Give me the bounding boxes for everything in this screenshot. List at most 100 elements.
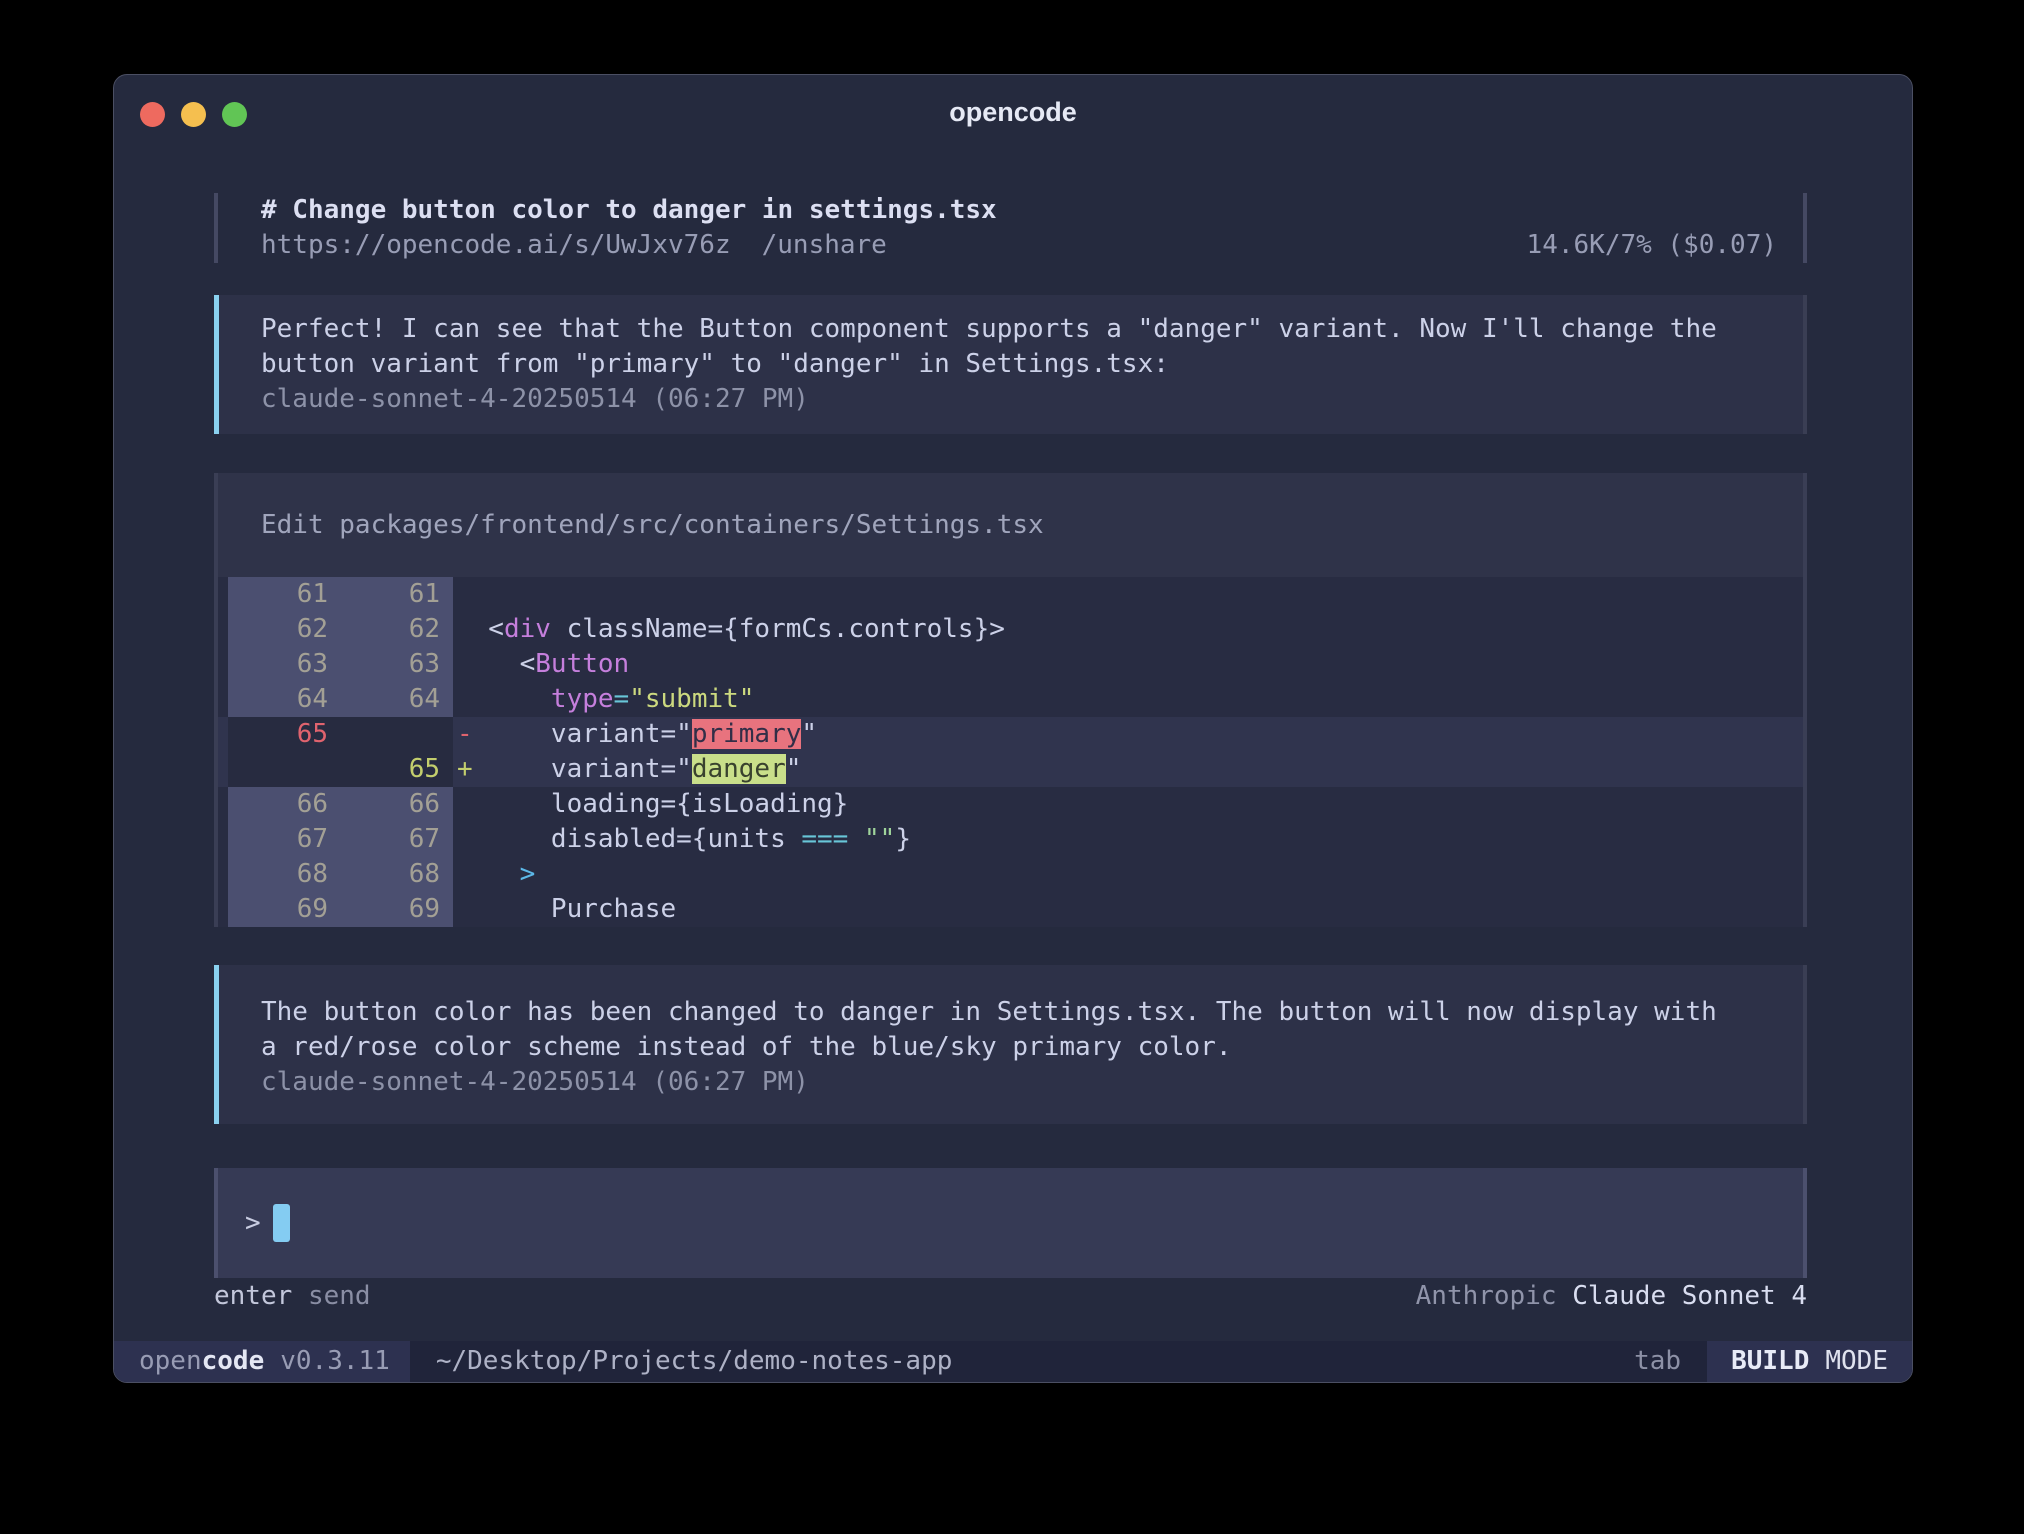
app-version-chip: opencodev0.3.11 — [114, 1341, 410, 1382]
old-line-number: 65 — [228, 717, 328, 752]
message-text-line: button variant from "primary" to "danger… — [261, 347, 1783, 382]
code-token: primary — [692, 719, 802, 749]
new-line-number: 65 — [328, 752, 440, 787]
code-token: = — [614, 684, 630, 714]
diff-code-line: Purchase — [453, 892, 676, 927]
tab-key-hint: tab — [1634, 1341, 1681, 1382]
code-token: } — [895, 824, 911, 854]
edit-tool-title: Edit packages/frontend/src/containers/Se… — [218, 473, 1803, 577]
message-text-line: The button color has been changed to dan… — [261, 995, 1783, 1030]
session-header: # Change button color to danger in setti… — [214, 193, 1807, 263]
code-token: variant=" — [473, 754, 692, 784]
diff-gutter: 6161 — [228, 577, 453, 612]
status-bar-right: tab BUILD MODE — [1634, 1341, 1912, 1382]
diff-row: 6666 loading={isLoading} — [218, 787, 1803, 822]
app-name-normal: open — [139, 1346, 202, 1376]
text-cursor — [273, 1204, 290, 1242]
send-hint: enter send — [214, 1278, 371, 1314]
message-text-line: a red/rose color scheme instead of the b… — [261, 1030, 1783, 1065]
diff-gutter: 6666 — [228, 787, 453, 822]
diff-gutter: 6464 — [228, 682, 453, 717]
desktop-background: opencode # Change button color to danger… — [0, 0, 2024, 1534]
app-version: v0.3.11 — [280, 1346, 390, 1376]
old-line-number: 64 — [228, 682, 328, 717]
session-title: # Change button color to danger in setti… — [261, 193, 997, 228]
window-title: opencode — [114, 97, 1912, 128]
diff-code-line: disabled={units === ""} — [453, 822, 911, 857]
mode-word: MODE — [1825, 1346, 1888, 1376]
diff-code-line: <div className={formCs.controls}> — [453, 612, 1005, 647]
mode-name: BUILD — [1731, 1346, 1809, 1376]
diff-row: 6868 > — [218, 857, 1803, 892]
diff-gutter: 6767 — [228, 822, 453, 857]
old-line-number: 62 — [228, 612, 328, 647]
diff-row: 6767 disabled={units === ""} — [218, 822, 1803, 857]
diff-gutter: 65 — [228, 752, 453, 787]
new-line-number: 66 — [328, 787, 440, 822]
code-token: type — [551, 684, 614, 714]
diff-gutter: 6363 — [228, 647, 453, 682]
code-token: Button — [535, 649, 629, 679]
diff-row: 65 + variant="danger" — [218, 752, 1803, 787]
diff-row: 6161 — [218, 577, 1803, 612]
diff-row: 6969 Purchase — [218, 892, 1803, 927]
assistant-message: Perfect! I can see that the Button compo… — [214, 295, 1807, 434]
old-line-number: 69 — [228, 892, 328, 927]
status-bar-left: opencodev0.3.11 ~/Desktop/Projects/demo-… — [114, 1341, 952, 1382]
code-token: disabled={units — [457, 824, 801, 854]
new-line-number: 64 — [328, 682, 440, 717]
diff-code-line: - variant="primary" — [453, 717, 817, 752]
old-line-number — [228, 752, 328, 787]
code-token: "" — [864, 824, 895, 854]
hint-row: enter send Anthropic Claude Sonnet 4 — [214, 1278, 1807, 1314]
share-url[interactable]: https://opencode.ai/s/UwJxv76z — [261, 230, 731, 260]
model-label — [1557, 1281, 1573, 1311]
code-token — [848, 824, 864, 854]
code-token: > — [520, 859, 536, 889]
code-token: === — [801, 824, 848, 854]
code-token: " — [786, 754, 802, 784]
diff-gutter: 6868 — [228, 857, 453, 892]
code-token: Purchase — [457, 894, 676, 924]
mode-chip[interactable]: BUILD MODE — [1707, 1341, 1912, 1382]
code-token: className={formCs.controls}> — [551, 614, 1005, 644]
unshare-command[interactable]: /unshare — [762, 230, 887, 260]
diff-row: 6363 <Button — [218, 647, 1803, 682]
diff-code-line — [453, 577, 457, 612]
diff-gutter: 6262 — [228, 612, 453, 647]
code-token: variant=" — [473, 719, 692, 749]
window-titlebar[interactable]: opencode — [114, 75, 1912, 149]
working-directory: ~/Desktop/Projects/demo-notes-app — [436, 1341, 953, 1382]
new-line-number — [328, 717, 440, 752]
diff-gutter: 65 — [228, 717, 453, 752]
assistant-message: The button color has been changed to dan… — [214, 965, 1807, 1124]
diff-gutter: 6969 — [228, 892, 453, 927]
new-line-number: 67 — [328, 822, 440, 857]
diff-code-line: <Button — [453, 647, 629, 682]
code-token: div — [504, 614, 551, 644]
code-token: - — [457, 719, 473, 749]
diff-code-line: loading={isLoading} — [453, 787, 848, 822]
code-token — [457, 684, 551, 714]
code-token: < — [457, 649, 535, 679]
message-model-timestamp: claude-sonnet-4-20250514 (06:27 PM) — [261, 382, 1783, 417]
new-line-number: 63 — [328, 647, 440, 682]
code-token: loading={isLoading} — [457, 789, 848, 819]
new-line-number: 62 — [328, 612, 440, 647]
message-model-timestamp: claude-sonnet-4-20250514 (06:27 PM) — [261, 1065, 1783, 1100]
new-line-number: 69 — [328, 892, 440, 927]
diff-row: 6464 type="submit" — [218, 682, 1803, 717]
old-line-number: 67 — [228, 822, 328, 857]
diff-row: 6262 <div className={formCs.controls}> — [218, 612, 1803, 647]
edit-tool-panel: Edit packages/frontend/src/containers/Se… — [214, 473, 1807, 927]
message-body: The button color has been changed to dan… — [261, 995, 1783, 1065]
message-text-line: Perfect! I can see that the Button compo… — [261, 312, 1783, 347]
diff-code-line: + variant="danger" — [453, 752, 801, 787]
prompt-chevron-icon: > — [245, 1208, 261, 1238]
diff-code-line: type="submit" — [453, 682, 754, 717]
token-usage-cost: 14.6K/7% ($0.07) — [1527, 228, 1777, 263]
send-action-label: send — [308, 1281, 371, 1311]
status-bar: opencodev0.3.11 ~/Desktop/Projects/demo-… — [114, 1341, 1912, 1382]
prompt-input[interactable]: > — [214, 1168, 1807, 1278]
message-body: Perfect! I can see that the Button compo… — [261, 312, 1783, 382]
